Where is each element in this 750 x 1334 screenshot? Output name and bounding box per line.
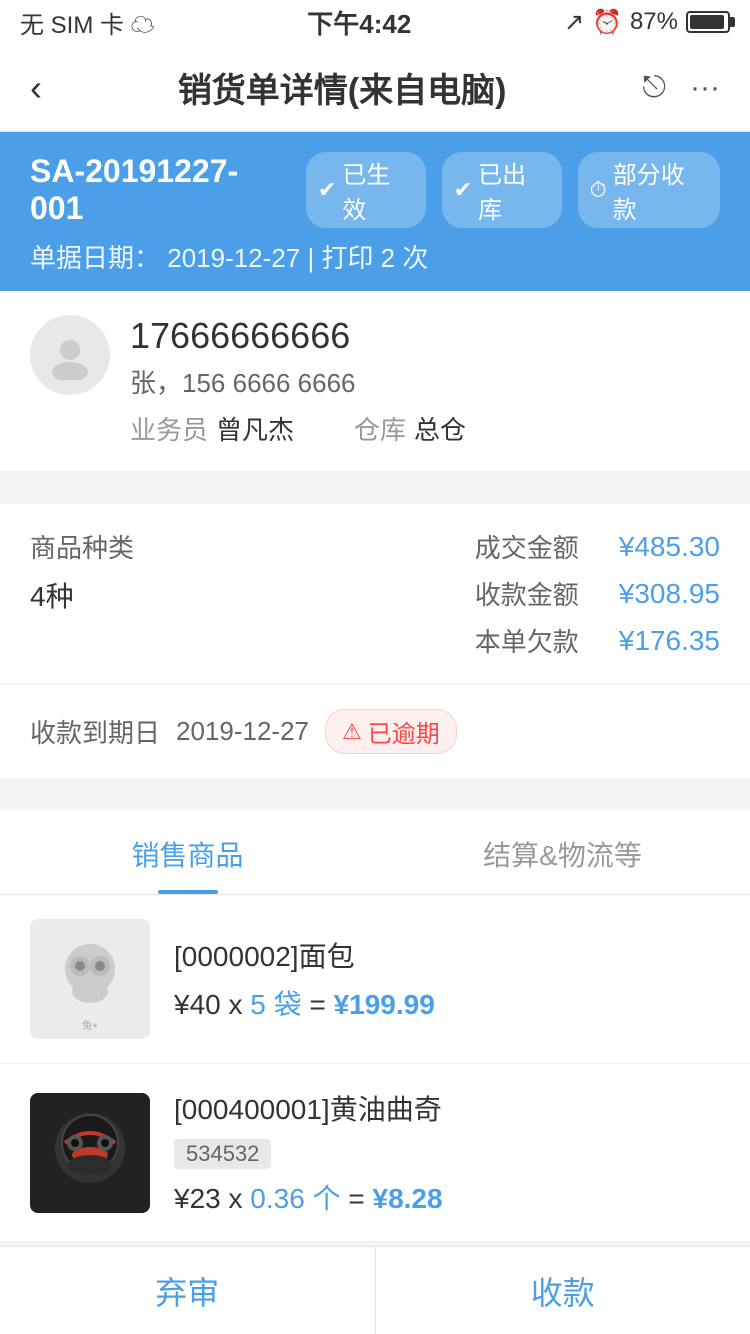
nav-actions: ⎋ ··· [642,71,720,105]
tabs-bar: 销售商品 结算&物流等 [0,810,750,895]
badge-active: ✔ 已生效 [306,152,426,228]
deal-amount-label: 成交金额 [475,528,579,565]
location-icon: ↗ [564,8,584,37]
sales-name: 曾凡杰 [216,410,294,447]
overdue-icon: ⚠ [342,719,362,745]
status-bar: 无 SIM 卡 ☁ 下午4:42 ↗ ⏰ 87% [0,0,750,44]
price-equals: = [309,989,333,1020]
product-type-label: 商品种类 [30,528,134,565]
summary-section: 商品种类 4种 成交金额 ¥485.30 收款金额 ¥308.95 本单欠款 ¥… [0,504,750,683]
overdue-badge: ⚠ 已逾期 [325,709,457,754]
summary-right: 成交金额 ¥485.30 收款金额 ¥308.95 本单欠款 ¥176.35 [475,528,720,659]
clock-icon: ⏱ [590,177,607,203]
customer-phone: 17666666666 [130,315,720,357]
product-price: ¥40 x 5 袋 = ¥199.99 [174,983,720,1023]
status-left: 无 SIM 卡 ☁ [20,5,155,40]
divider-1 [0,472,750,488]
product-thumbnail: 兔+ [30,919,150,1039]
header-date: 单据日期： 2019-12-27 | 打印 2 次 [30,238,720,275]
warehouse-info: 仓库 总仓 [354,410,466,447]
product-badge: 534532 [174,1139,271,1169]
check-icon: ✔ [318,177,336,203]
deal-amount-value: ¥485.30 [619,531,720,563]
tab-settlement[interactable]: 结算&物流等 [375,810,750,894]
svg-text:兔+: 兔+ [82,1019,98,1032]
price-base: ¥40 [174,989,221,1020]
customer-info: 17666666666 张，156 6666 6666 业务员 曾凡杰 仓库 总… [130,315,720,447]
status-right: ↗ ⏰ 87% [564,8,730,37]
product-list: 兔+ [0000002]面包 ¥40 x 5 袋 = ¥199.99 [0,895,750,1242]
overdue-text: 已逾期 [368,714,440,749]
product-type-value: 4种 [30,575,134,615]
debt-amount-row: 本单欠款 ¥176.35 [475,622,720,659]
share-icon[interactable]: ⎋ [642,71,666,105]
warehouse-name: 总仓 [414,410,466,447]
customer-meta: 业务员 曾凡杰 仓库 总仓 [130,410,720,447]
price-base-2: ¥23 [174,1183,221,1214]
price-qty: 5 [250,989,266,1020]
product-info: [0000002]面包 ¥40 x 5 袋 = ¥199.99 [174,935,720,1023]
nav-bar: ‹ 销货单详情(来自电脑) ⎋ ··· [0,44,750,132]
product-item: 兔+ [0000002]面包 ¥40 x 5 袋 = ¥199.99 [0,895,750,1064]
status-time: 下午4:42 [307,4,411,41]
product-name-2: [000400001]黄油曲奇 [174,1088,720,1128]
customer-section: 17666666666 张，156 6666 6666 业务员 曾凡杰 仓库 总… [0,291,750,472]
sim-label: 无 SIM 卡 ☁ [20,5,155,40]
back-button[interactable]: ‹ [30,67,42,109]
price-total-2: ¥8.28 [373,1183,443,1214]
warehouse-label: 仓库 [354,410,406,447]
product-name: [0000002]面包 [174,935,720,975]
price-multiply-2: x [229,1183,251,1214]
page-title: 销货单详情(来自电脑) [178,63,507,112]
battery-text: 87% [630,8,678,36]
price-multiply: x [229,989,251,1020]
received-amount-value: ¥308.95 [619,578,720,610]
product-item: [000400001]黄油曲奇 534532 ¥23 x 0.36 个 = ¥8… [0,1064,750,1242]
price-unit: 袋 [274,989,302,1020]
bottom-bar: 弃审 收款 [0,1246,750,1334]
price-total: ¥199.99 [334,989,435,1020]
received-amount-row: 收款金额 ¥308.95 [475,575,720,612]
received-amount-label: 收款金额 [475,575,579,612]
due-section: 收款到期日 2019-12-27 ⚠ 已逾期 [0,685,750,778]
product-thumbnail-2 [30,1093,150,1213]
battery-icon [686,11,730,33]
check-icon-2: ✔ [454,177,472,203]
order-row: SA-20191227-001 ✔ 已生效 ✔ 已出库 ⏱ 部分收款 [30,152,720,228]
sales-label: 业务员 [130,410,208,447]
badge-partial: ⏱ 部分收款 [578,152,720,228]
price-qty-2: 0.36 [250,1183,305,1214]
badge-shipped: ✔ 已出库 [442,152,562,228]
alarm-icon: ⏰ [592,8,622,37]
order-id: SA-20191227-001 [30,153,290,227]
summary-left: 商品种类 4种 [30,528,134,615]
more-icon[interactable]: ··· [690,71,720,105]
divider-2 [0,778,750,794]
product-price-2: ¥23 x 0.36 个 = ¥8.28 [174,1177,720,1217]
due-date: 2019-12-27 [176,716,309,747]
abandon-review-button[interactable]: 弃审 [0,1247,376,1334]
header-banner: SA-20191227-001 ✔ 已生效 ✔ 已出库 ⏱ 部分收款 单据日期：… [0,132,750,291]
tab-sales[interactable]: 销售商品 [0,810,375,894]
product-info-2: [000400001]黄油曲奇 534532 ¥23 x 0.36 个 = ¥8… [174,1088,720,1217]
debt-amount-value: ¥176.35 [619,625,720,657]
customer-name: 张，156 6666 6666 [130,363,720,400]
deal-amount-row: 成交金额 ¥485.30 [475,528,720,565]
debt-amount-label: 本单欠款 [475,622,579,659]
sales-info: 业务员 曾凡杰 [130,410,294,447]
price-equals-2: = [348,1183,372,1214]
price-unit-2: 个 [313,1183,341,1214]
collect-payment-button[interactable]: 收款 [376,1247,750,1334]
avatar [30,315,110,395]
due-label: 收款到期日 [30,713,160,750]
